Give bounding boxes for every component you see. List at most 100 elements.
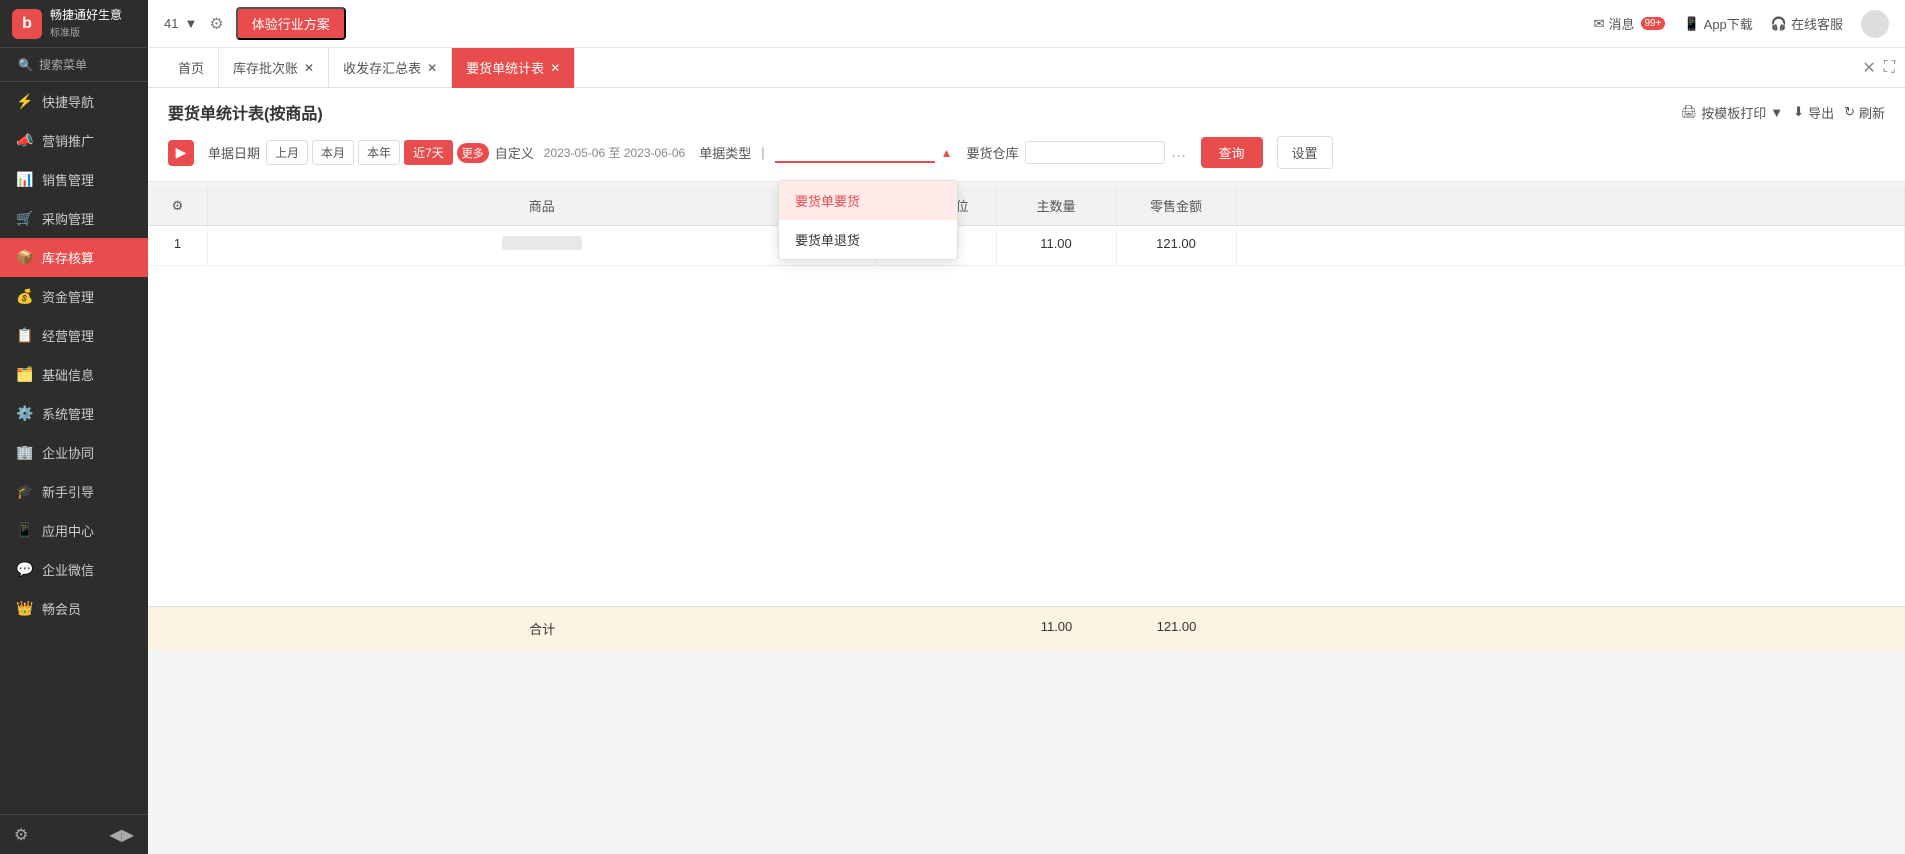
sidebar-item-inventory[interactable]: 📦 库存核算 [0, 238, 148, 277]
sidebar-item-sales[interactable]: 📊 销售管理 [0, 160, 148, 199]
export-button[interactable]: ⬇ 导出 [1793, 103, 1834, 122]
app-download-icon: 📱 [1683, 16, 1699, 32]
col-header-product: 商品 [208, 186, 877, 225]
sidebar-item-label: 快捷导航 [42, 92, 94, 111]
sidebar-item-purchase[interactable]: 🛒 采购管理 [0, 199, 148, 238]
tab-requisition-stat-label: 要货单统计表 [466, 58, 544, 77]
tab-fullscreen-icon[interactable]: ⛶ [1884, 59, 1895, 77]
tabbar-controls: ✕ ⛶ [1862, 58, 1905, 78]
sidebar-item-label: 经营管理 [42, 326, 94, 345]
filter-expand-button[interactable]: ▶ [168, 140, 194, 166]
sidebar-item-enterprise[interactable]: 🏢 企业协同 [0, 433, 148, 472]
sidebar: b 畅捷通好生意 标准版 🔍 搜索菜单 ⚡ 快捷导航 📣 营销推广 📊 销售管理… [0, 0, 148, 854]
refresh-icon: ↻ [1844, 104, 1855, 120]
footer-extra [1237, 607, 1905, 650]
sidebar-item-app-center[interactable]: 📱 应用中心 [0, 511, 148, 550]
export-icon: ⬇ [1793, 104, 1804, 120]
sidebar-item-wechat[interactable]: 💬 企业微信 [0, 550, 148, 589]
date-custom-btn[interactable]: 自定义 [495, 143, 534, 162]
sidebar-item-system[interactable]: ⚙️ 系统管理 [0, 394, 148, 433]
tab-requisition-stat[interactable]: 要货单统计表 ✕ [452, 48, 575, 88]
table-row: 1 块 11.00 121.00 [148, 226, 1905, 266]
type-filter-group: 单据类型 | ▲ [699, 142, 952, 163]
tab-batch-account-label: 库存批次账 [233, 58, 298, 77]
dropdown-item-return[interactable]: 要货单退货 [779, 220, 957, 259]
tab-batch-account[interactable]: 库存批次账 ✕ [219, 48, 329, 88]
type-dropdown-arrow[interactable]: ▲ [941, 146, 953, 160]
quick-nav-icon: ⚡ [16, 93, 34, 110]
query-button[interactable]: 查询 [1201, 137, 1263, 168]
finance-icon: 💰 [16, 288, 34, 305]
trial-button[interactable]: 体验行业方案 [236, 7, 346, 40]
date-btn-7days[interactable]: 近7天 [404, 140, 453, 165]
warehouse-filter-group: 要货仓库 … [967, 141, 1187, 164]
purchase-icon: 🛒 [16, 210, 34, 227]
date-btn-prev-month[interactable]: 上月 [266, 140, 308, 165]
tab-requisition-stat-close[interactable]: ✕ [550, 61, 560, 75]
date-filter-group: 单据日期 上月 本月 本年 近7天 更多 自定义 2023-05-06 至 20… [208, 140, 685, 165]
sidebar-item-guide[interactable]: 🎓 新手引导 [0, 472, 148, 511]
footer-quantity: 11.00 [997, 607, 1117, 650]
user-avatar[interactable] [1861, 10, 1889, 38]
refresh-button[interactable]: ↻ 刷新 [1844, 103, 1885, 122]
type-filter-input[interactable] [775, 142, 935, 163]
settings-button[interactable]: 设置 [1277, 136, 1333, 169]
collapse-icon[interactable]: ◀▶ [109, 825, 134, 845]
sidebar-item-quick-nav[interactable]: ⚡ 快捷导航 [0, 82, 148, 121]
col-header-extra [1237, 186, 1905, 225]
tab-batch-account-close[interactable]: ✕ [304, 61, 314, 75]
cell-extra [1237, 226, 1905, 265]
date-btn-this-month[interactable]: 本月 [312, 140, 354, 165]
tab-close-all-icon[interactable]: ✕ [1862, 58, 1875, 78]
tab-home[interactable]: 首页 [164, 48, 219, 88]
store-selector[interactable]: 41 ▼ [164, 16, 197, 31]
store-number: 41 [164, 16, 178, 31]
sidebar-item-label: 企业协同 [42, 443, 94, 462]
app-download-action[interactable]: 📱 App下载 [1683, 14, 1752, 33]
dropdown-item-requisition[interactable]: 要货单要货 [779, 181, 957, 220]
type-dropdown: 要货单要货 要货单退货 [778, 180, 958, 260]
topbar-right: ✉ 消息 99+ 📱 App下载 🎧 在线客服 [1594, 10, 1889, 38]
tab-receivable-summary-close[interactable]: ✕ [427, 61, 437, 75]
operations-icon: 📋 [16, 327, 34, 344]
system-icon: ⚙️ [16, 405, 34, 422]
topbar: 41 ▼ ⚙ 体验行业方案 ✉ 消息 99+ 📱 App下载 🎧 在线客服 [148, 0, 1905, 48]
warehouse-filter-input[interactable] [1025, 141, 1165, 164]
date-more-badge[interactable]: 更多 [457, 143, 489, 163]
sidebar-item-finance[interactable]: 💰 资金管理 [0, 277, 148, 316]
sidebar-item-label: 新手引导 [42, 482, 94, 501]
search-label: 搜索菜单 [39, 56, 87, 73]
footer-unit-empty [877, 607, 997, 650]
warehouse-filter-label: 要货仓库 [967, 143, 1019, 162]
footer-empty [148, 607, 208, 650]
print-button[interactable]: 🖨 按模板打印 ▼ [1681, 103, 1783, 122]
content-area: 要货单统计表(按商品) 🖨 按模板打印 ▼ ⬇ 导出 ↻ 刷新 [148, 88, 1905, 854]
store-dropdown-icon: ▼ [184, 16, 197, 31]
sidebar-item-operations[interactable]: 📋 经营管理 [0, 316, 148, 355]
date-range-display: 2023-05-06 至 2023-06-06 [544, 144, 685, 161]
col-header-settings[interactable]: ⚙ [148, 186, 208, 225]
cell-quantity: 11.00 [997, 226, 1117, 265]
online-service-action[interactable]: 🎧 在线客服 [1771, 14, 1843, 33]
date-btn-this-year[interactable]: 本年 [358, 140, 400, 165]
app-edition: 标准版 [50, 24, 122, 39]
app-download-label: App下载 [1704, 14, 1753, 33]
sidebar-search[interactable]: 🔍 搜索菜单 [0, 48, 148, 82]
main-area: 41 ▼ ⚙ 体验行业方案 ✉ 消息 99+ 📱 App下载 🎧 在线客服 [148, 0, 1905, 854]
sidebar-item-label: 采购管理 [42, 209, 94, 228]
sidebar-item-base[interactable]: 🗂️ 基础信息 [0, 355, 148, 394]
sidebar-item-marketing[interactable]: 📣 营销推广 [0, 121, 148, 160]
footer-amount: 121.00 [1117, 607, 1237, 650]
table-empty-space [148, 266, 1905, 606]
date-filter-label: 单据日期 [208, 143, 260, 162]
warehouse-more-icon[interactable]: … [1171, 144, 1187, 162]
settings-icon[interactable]: ⚙ [14, 825, 28, 845]
message-action[interactable]: ✉ 消息 99+ [1594, 14, 1666, 33]
sidebar-logo: b 畅捷通好生意 标准版 [0, 0, 148, 48]
member-icon: 👑 [16, 600, 34, 617]
topbar-gear-icon[interactable]: ⚙ [209, 14, 223, 34]
column-settings-icon[interactable]: ⚙ [172, 198, 184, 214]
tab-receivable-summary[interactable]: 收发存汇总表 ✕ [329, 48, 452, 88]
sidebar-item-member[interactable]: 👑 畅会员 [0, 589, 148, 628]
date-shortcuts: 上月 本月 本年 近7天 更多 [266, 140, 489, 165]
